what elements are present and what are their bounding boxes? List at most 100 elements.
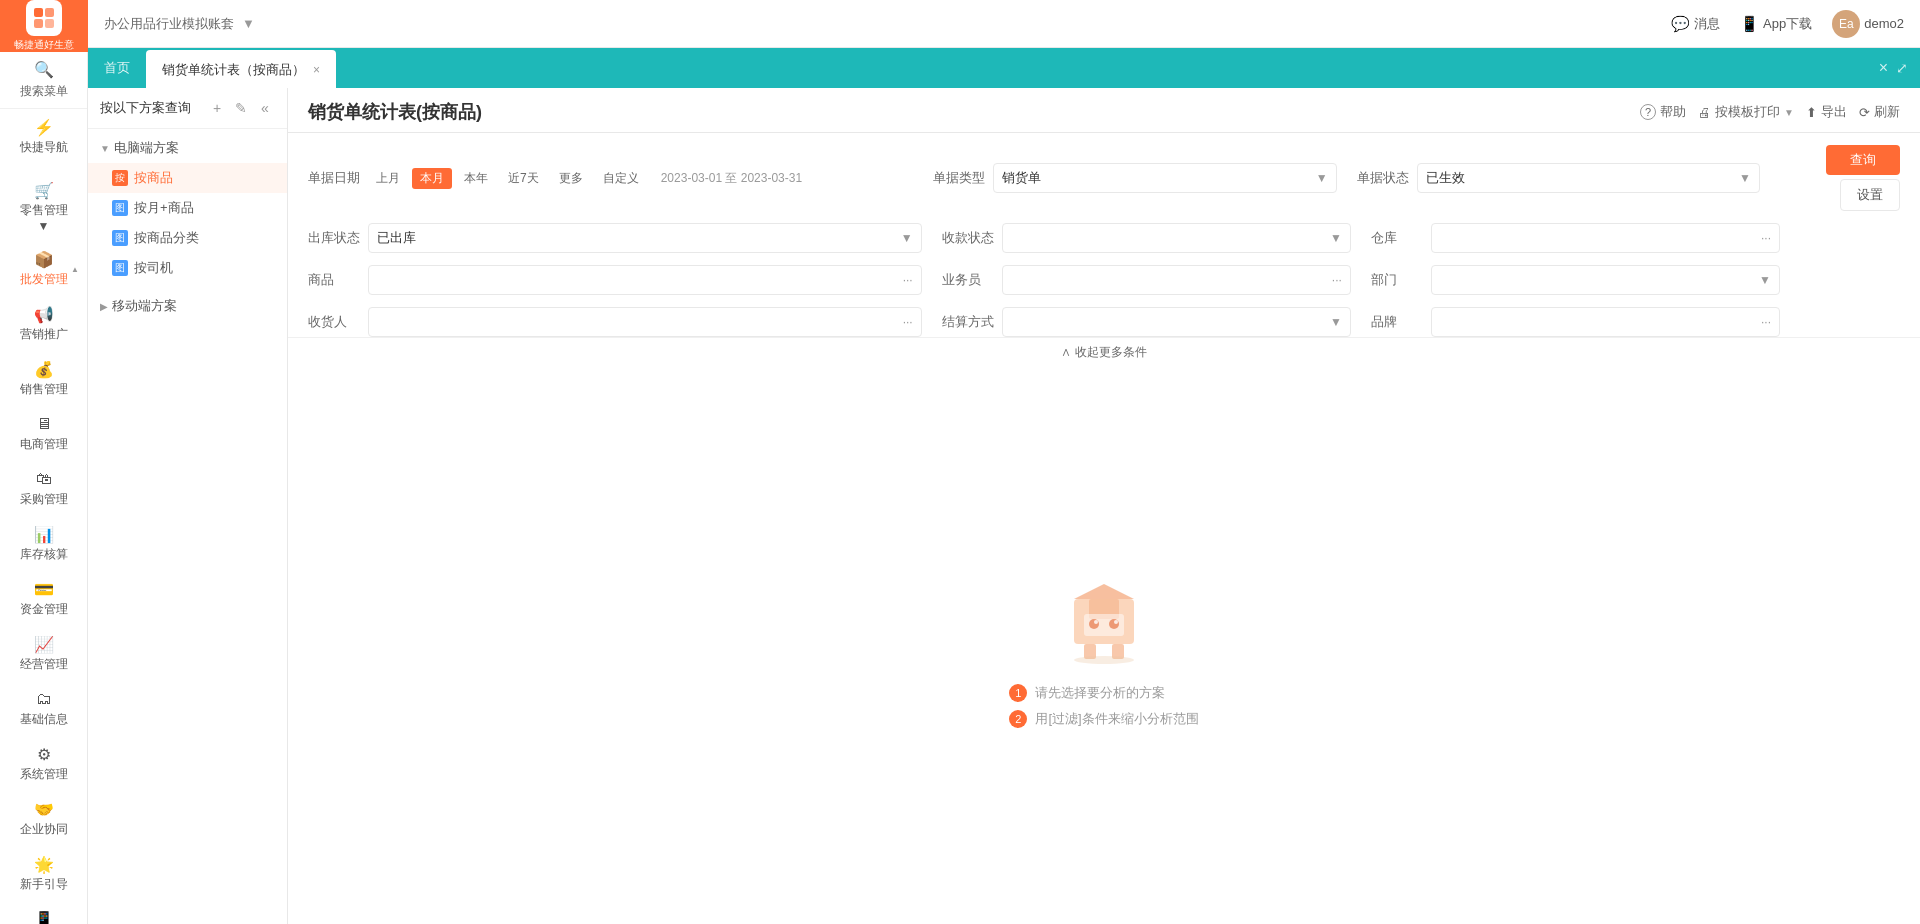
add-scheme-button[interactable]: + (207, 98, 227, 118)
settlement-arrow: ▼ (1330, 315, 1342, 329)
left-panel-title: 按以下方案查询 (100, 99, 191, 117)
scheme-by-month-product[interactable]: 图 按月+商品 (88, 193, 287, 223)
appstore-icon: 📱 (34, 909, 54, 924)
sidebar-item-ecommerce[interactable]: 🖥 电商管理 (0, 406, 87, 461)
sidebar-item-wholesale[interactable]: 📦 批发管理 (0, 241, 87, 296)
filter-row-4: 收货人 ··· 结算方式 ▼ (308, 307, 1900, 337)
department-filter-item: 部门 ▼ (1371, 265, 1780, 295)
sidebar-item-purchase[interactable]: 🛍 采购管理 (0, 461, 87, 516)
svg-point-13 (1074, 656, 1134, 664)
product-filter-item: 商品 ··· (308, 265, 922, 295)
topbar-right: 💬 消息 📱 App下载 Ea demo2 (1671, 10, 1904, 38)
topbar: 办公用品行业模拟账套 ▼ 💬 消息 📱 App下载 Ea demo2 (88, 0, 1920, 48)
pc-scheme-group-title[interactable]: ▼ 电脑端方案 (88, 133, 287, 163)
export-button[interactable]: ⬆ 导出 (1806, 103, 1847, 121)
sidebar-item-operation-label: 经营管理 (20, 656, 68, 673)
mobile-scheme-group-title[interactable]: ▶ 移动端方案 (88, 291, 287, 321)
sidebar-item-system-label: 系统管理 (20, 766, 68, 783)
scheme-by-category-label: 按商品分类 (134, 229, 199, 247)
query-button[interactable]: 查询 (1826, 145, 1900, 175)
empty-step-2: 2 用[过滤]条件来缩小分析范围 (1009, 710, 1198, 728)
date-tab-last-month[interactable]: 上月 (368, 168, 408, 189)
warehouse-control[interactable]: ··· (1431, 223, 1780, 253)
export-label: 导出 (1821, 103, 1847, 121)
app-logo[interactable]: 畅捷通好生意 (0, 0, 88, 52)
department-control[interactable]: ▼ (1431, 265, 1780, 295)
sidebar-item-corp-label: 企业协同 (20, 821, 68, 838)
doc-status-value: 已生效 (1426, 169, 1740, 187)
doc-status-control[interactable]: 已生效 ▼ (1417, 163, 1760, 193)
scheme-by-month-icon: 图 (112, 200, 128, 216)
scheme-by-month-label: 按月+商品 (134, 199, 194, 217)
doc-type-control[interactable]: 销货单 ▼ (993, 163, 1336, 193)
window-close-icon[interactable]: × (1879, 59, 1888, 77)
page-title: 销货单统计表(按商品) (308, 100, 482, 124)
help-icon: ? (1640, 104, 1656, 120)
help-button[interactable]: ? 帮助 (1640, 103, 1686, 121)
collapse-label: ∧ 收起更多条件 (1061, 345, 1146, 359)
empty-illustration (1054, 564, 1154, 664)
refresh-button[interactable]: ⟳ 刷新 (1859, 103, 1900, 121)
settings-button[interactable]: 设置 (1840, 179, 1900, 211)
scheme-by-product-icon: 按 (112, 170, 128, 186)
product-label: 商品 (308, 271, 368, 289)
sidebar-item-quick-nav[interactable]: ⚡ 快捷导航 (0, 109, 87, 164)
collapse-panel-button[interactable]: « (255, 98, 275, 118)
date-tab-more[interactable]: 更多 (551, 168, 591, 189)
sidebar-item-retail[interactable]: 🛒 零售管理 (0, 172, 87, 241)
settlement-control[interactable]: ▼ (1002, 307, 1351, 337)
inventory-icon: 📊 (34, 524, 54, 544)
recipient-control[interactable]: ··· (368, 307, 922, 337)
department-label: 部门 (1371, 271, 1431, 289)
sidebar-item-basic[interactable]: 🗂 基础信息 (0, 681, 87, 736)
app-download-label: App下载 (1763, 15, 1812, 33)
sidebar-item-appstore[interactable]: 📱 应用中心 (0, 901, 87, 924)
tab-report[interactable]: 销货单统计表（按商品） × (146, 50, 336, 90)
app-download-button[interactable]: 📱 App下载 (1740, 15, 1812, 33)
scheme-by-cashier[interactable]: 图 按司机 (88, 253, 287, 283)
filter-row-3: 商品 ··· 业务员 ··· (308, 265, 1900, 295)
payment-label: 收款状态 (942, 229, 1002, 247)
wholesale-icon: 📦 (34, 249, 54, 269)
doc-type-arrow: ▼ (1316, 171, 1328, 185)
svg-point-9 (1094, 620, 1098, 624)
product-more: ··· (903, 273, 913, 287)
user-profile[interactable]: Ea demo2 (1832, 10, 1904, 38)
scheme-by-category[interactable]: 图 按商品分类 (88, 223, 287, 253)
sidebar-item-inventory[interactable]: 📊 库存核算 (0, 516, 87, 571)
quick-nav-label: 快捷导航 (20, 139, 68, 156)
sidebar-item-system[interactable]: ⚙ 系统管理 (0, 736, 87, 791)
date-tabs: 上月 本月 本年 近7天 更多 自定义 (368, 168, 647, 189)
message-icon: 💬 (1671, 15, 1690, 33)
scheme-by-product[interactable]: 按 按商品 (88, 163, 287, 193)
page-actions: ? 帮助 🖨 按模板打印 ▼ ⬆ 导出 ⟳ 刷新 (1640, 103, 1900, 121)
date-tab-this-month[interactable]: 本月 (412, 168, 452, 189)
tab-close-icon[interactable]: × (313, 63, 320, 77)
sidebar-item-corp[interactable]: 🤝 企业协同 (0, 791, 87, 846)
edit-scheme-button[interactable]: ✎ (231, 98, 251, 118)
date-tab-custom[interactable]: 自定义 (595, 168, 647, 189)
sidebar-item-marketing[interactable]: 📢 营销推广 (0, 296, 87, 351)
product-control[interactable]: ··· (368, 265, 922, 295)
date-range-value: 2023-03-01 至 2023-03-31 (661, 170, 802, 187)
collapse-bar[interactable]: ∧ 收起更多条件 (288, 337, 1920, 367)
salesperson-control[interactable]: ··· (1002, 265, 1351, 295)
quick-nav-icon: ⚡ (34, 117, 54, 137)
print-template-button[interactable]: 🖨 按模板打印 ▼ (1698, 103, 1794, 121)
sidebar-item-operation[interactable]: 📈 经营管理 (0, 626, 87, 681)
date-tab-this-year[interactable]: 本年 (456, 168, 496, 189)
recipient-label: 收货人 (308, 313, 368, 331)
payment-control[interactable]: ▼ (1002, 223, 1351, 253)
message-button[interactable]: 💬 消息 (1671, 15, 1720, 33)
date-tab-last-7-days[interactable]: 近7天 (500, 168, 547, 189)
sidebar-item-newbie[interactable]: 🌟 新手引导 (0, 846, 87, 901)
window-maximize-icon[interactable]: ⤢ (1896, 60, 1908, 76)
stock-out-control[interactable]: 已出库 ▼ (368, 223, 922, 253)
sidebar-item-sales[interactable]: 💰 销售管理 (0, 351, 87, 406)
salesperson-label: 业务员 (942, 271, 1002, 289)
tab-home[interactable]: 首页 (88, 48, 146, 88)
sidebar-item-retail-label: 零售管理 (20, 202, 68, 219)
brand-control[interactable]: ··· (1431, 307, 1780, 337)
sidebar-item-finance[interactable]: 💳 资金管理 (0, 571, 87, 626)
topbar-dropdown-icon[interactable]: ▼ (242, 16, 255, 31)
